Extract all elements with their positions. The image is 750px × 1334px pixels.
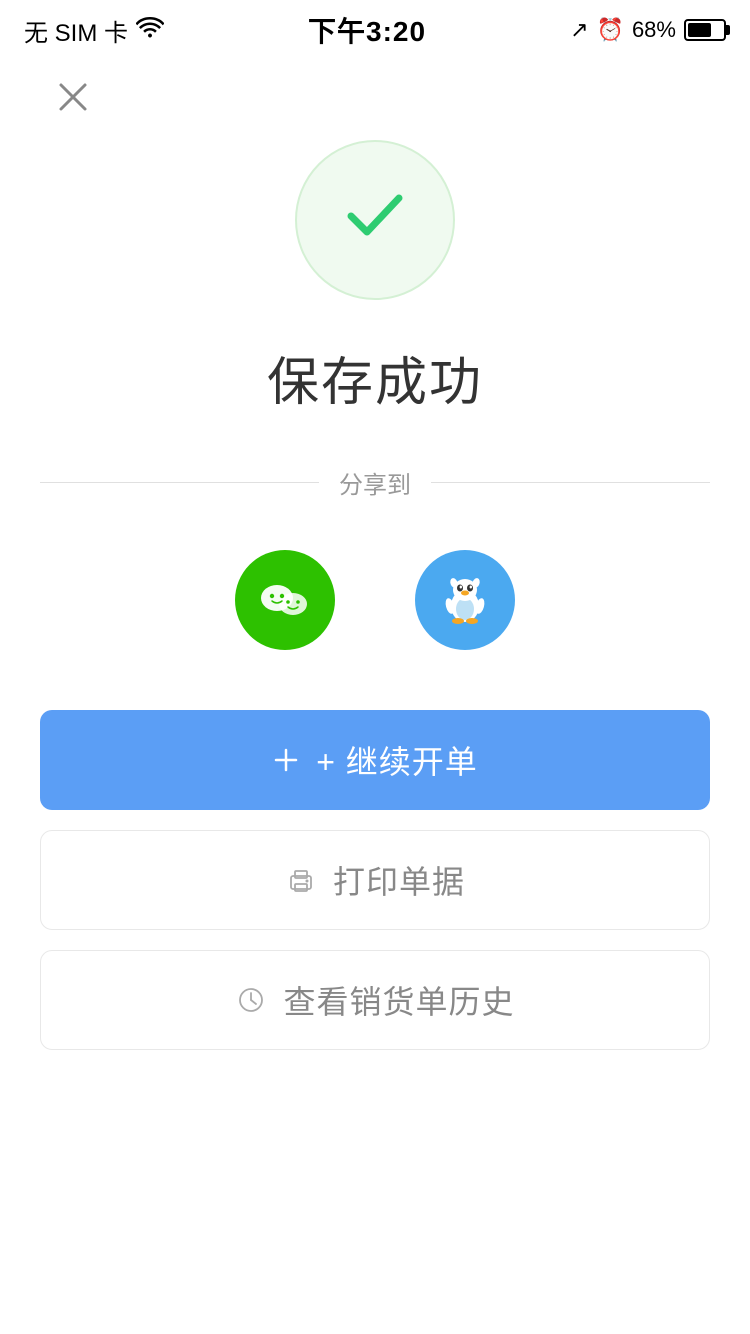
wifi-icon xyxy=(136,16,164,45)
carrier-text: 无 SIM 卡 xyxy=(24,13,128,48)
continue-order-label: + 继续开单 xyxy=(316,737,478,783)
battery-text: 68% xyxy=(632,17,676,43)
view-history-label: 查看销货单历史 xyxy=(283,977,514,1023)
carrier-info: 无 SIM 卡 xyxy=(24,13,164,48)
continue-order-button[interactable]: + 继续开单 xyxy=(40,710,710,810)
checkmark-icon xyxy=(335,174,415,267)
battery-fill xyxy=(688,23,711,37)
battery-indicator xyxy=(684,19,726,41)
battery-icon xyxy=(684,19,726,41)
history-icon xyxy=(235,984,267,1016)
share-label: 分享到 xyxy=(319,465,431,500)
time-display: 下午3:20 xyxy=(308,10,426,50)
print-icon xyxy=(285,864,317,896)
system-indicators: ↗ ⏰ 68% xyxy=(570,17,726,43)
close-button[interactable] xyxy=(48,72,98,122)
location-icon: ↗ xyxy=(570,17,588,43)
print-receipt-label: 打印单据 xyxy=(333,857,465,903)
wechat-icon xyxy=(255,570,315,630)
print-receipt-button[interactable]: 打印单据 xyxy=(40,830,710,930)
share-section: 分享到 xyxy=(0,465,750,650)
share-qq-button[interactable] xyxy=(415,550,515,650)
share-wechat-button[interactable] xyxy=(235,550,335,650)
success-circle xyxy=(295,140,455,300)
divider-left xyxy=(40,482,319,483)
status-bar: 无 SIM 卡 下午3:20 ↗ ⏰ 68% xyxy=(0,0,750,60)
view-history-button[interactable]: 查看销货单历史 xyxy=(40,950,710,1050)
close-icon xyxy=(57,81,89,113)
alarm-icon: ⏰ xyxy=(597,17,624,43)
qq-icon xyxy=(435,570,495,630)
share-icons xyxy=(40,550,710,650)
plus-icon xyxy=(272,746,300,774)
action-buttons: + 继续开单 打印单据 查看销 xyxy=(0,710,750,1050)
share-divider: 分享到 xyxy=(40,465,710,500)
main-content: 保存成功 分享到 xyxy=(0,60,750,1050)
divider-right xyxy=(431,482,710,483)
success-title: 保存成功 xyxy=(267,340,483,415)
